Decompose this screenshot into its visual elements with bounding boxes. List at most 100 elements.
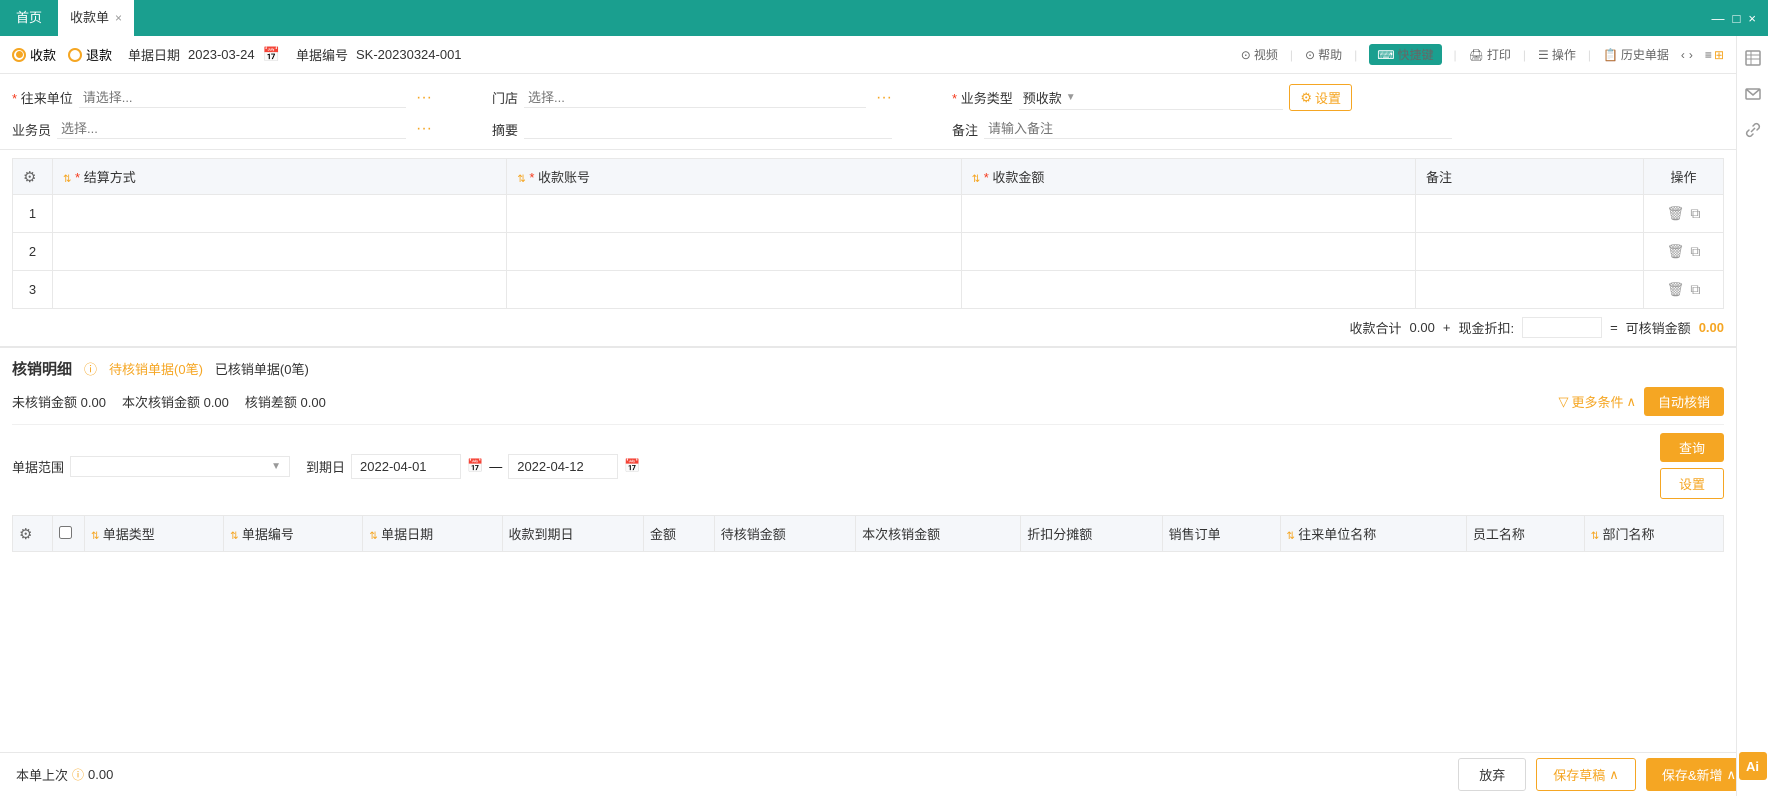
filter-setup-btn[interactable]: 设置 — [1660, 468, 1724, 499]
table-header: ⚙ ⇅ * 结算方式 ⇅ * 收款账号 ⇅ * 收款 — [13, 159, 1724, 195]
panel-table-icon[interactable] — [1739, 44, 1767, 72]
history-btn[interactable]: 📋 历史单据 — [1603, 46, 1669, 63]
close-window-icon[interactable]: × — [1748, 11, 1756, 26]
start-calendar-icon[interactable]: 📅 — [467, 458, 483, 474]
row2-settlement[interactable] — [53, 233, 507, 271]
th2-gear[interactable]: ⚙ — [13, 516, 53, 552]
select-all-checkbox[interactable] — [59, 526, 72, 539]
due-date-label: 到期日 — [306, 457, 345, 476]
radio-receive-dot — [12, 48, 26, 62]
operation-btn[interactable]: ☰ 操作 — [1538, 46, 1576, 63]
row3-amount[interactable] — [961, 271, 1415, 309]
panel-ai-icon[interactable]: Ai — [1739, 752, 1767, 780]
date-value: 2023-03-24 — [188, 47, 255, 62]
summary-input[interactable] — [524, 119, 892, 139]
th2-type: ⇅ 单据类型 — [85, 516, 224, 552]
counterparty-field: * 往来单位 ··· — [12, 88, 432, 108]
range-select[interactable]: ▼ — [70, 456, 290, 477]
table-gear-icon[interactable]: ⚙ — [23, 169, 36, 186]
row1-account[interactable] — [507, 195, 961, 233]
form-area: * 往来单位 ··· 门店 ··· * 业务类型 预收款 ▼ — [0, 74, 1736, 150]
save-draft-button[interactable]: 保存草稿 ∧ — [1536, 758, 1636, 791]
end-calendar-icon[interactable]: 📅 — [624, 458, 640, 474]
calendar-icon[interactable]: 📅 — [263, 46, 280, 63]
th2-counterparty: ⇅ 往来单位名称 — [1280, 516, 1466, 552]
filter-icon: ▽ — [1558, 394, 1568, 410]
biz-type-select[interactable]: 预收款 ▼ — [1019, 86, 1284, 110]
maximize-icon[interactable]: □ — [1733, 11, 1741, 26]
radio-receive[interactable]: 收款 — [12, 45, 56, 64]
panel-email-icon[interactable] — [1739, 80, 1767, 108]
th-remarks: 备注 — [1416, 159, 1644, 195]
bottom-info-value: 0.00 — [88, 767, 113, 782]
shop-label: 门店 — [492, 88, 518, 107]
more-conditions-btn[interactable]: ▽ 更多条件 ∧ — [1558, 392, 1636, 411]
query-button[interactable]: 查询 — [1660, 433, 1724, 462]
layout-grid-icon[interactable]: ⊞ — [1714, 48, 1724, 62]
row2-delete-icon[interactable]: 🗑 — [1667, 243, 1685, 260]
remarks-input[interactable] — [984, 119, 1452, 139]
table2-gear-icon[interactable]: ⚙ — [19, 526, 32, 543]
meta-date: 单据日期 2023-03-24 📅 — [128, 45, 280, 64]
diff-value: 0.00 — [301, 395, 326, 410]
settings-button[interactable]: ⚙ 设置 — [1289, 84, 1352, 111]
row2-copy-icon[interactable]: ⧉ — [1690, 243, 1700, 260]
biz-type-label: * 业务类型 — [952, 88, 1013, 107]
abandon-button[interactable]: 放弃 — [1458, 758, 1526, 791]
staff-more-icon[interactable]: ··· — [416, 120, 432, 138]
th2-discount: 折扣分摊额 — [1021, 516, 1162, 552]
print-btn[interactable]: 🖨 打印 — [1469, 46, 1511, 63]
radio-refund-label: 退款 — [86, 45, 112, 64]
nav-left-icon[interactable]: ‹ — [1681, 48, 1685, 62]
row2-amount[interactable] — [961, 233, 1415, 271]
toolbar: 收款 退款 单据日期 2023-03-24 📅 单据编号 SK-20230324… — [0, 36, 1736, 74]
radio-refund[interactable]: 退款 — [68, 45, 112, 64]
row1-actions: 🗑 ⧉ — [1644, 195, 1724, 233]
shortcut-btn[interactable]: ⌨ 快捷键 — [1369, 44, 1441, 65]
help-btn[interactable]: ⊙ 帮助 — [1305, 46, 1342, 63]
panel-link-icon[interactable] — [1739, 116, 1767, 144]
due-date-start-input[interactable] — [351, 454, 461, 479]
due-date-end-input[interactable] — [508, 454, 618, 479]
shop-more-icon[interactable]: ··· — [876, 89, 892, 107]
th-settings[interactable]: ⚙ — [13, 159, 53, 195]
row3-settlement[interactable] — [53, 271, 507, 309]
row2-account[interactable] — [507, 233, 961, 271]
row3-account[interactable] — [507, 271, 961, 309]
row3-delete-icon[interactable]: 🗑 — [1667, 281, 1685, 298]
biz-type-arrow-icon: ▼ — [1066, 92, 1076, 103]
row1-delete-icon[interactable]: 🗑 — [1667, 205, 1685, 222]
row1-remarks[interactable] — [1416, 195, 1644, 233]
discount-input[interactable] — [1522, 317, 1602, 338]
row1-amount[interactable] — [961, 195, 1415, 233]
video-btn[interactable]: ⊙ 视频 — [1241, 46, 1278, 63]
unchecked-value: 0.00 — [81, 395, 106, 410]
remarks-label: 备注 — [952, 120, 978, 139]
window-controls: — □ × — [1712, 11, 1768, 26]
row2-remarks[interactable] — [1416, 233, 1644, 271]
tab-home[interactable]: 首页 — [0, 0, 58, 36]
staff-input[interactable] — [57, 119, 406, 139]
row3-remarks[interactable] — [1416, 271, 1644, 309]
bottom-info-icon[interactable]: ⓘ — [72, 766, 84, 783]
row1-settlement[interactable] — [53, 195, 507, 233]
counterparty-more-icon[interactable]: ··· — [416, 89, 432, 107]
tab-close-icon[interactable]: × — [115, 0, 122, 36]
minimize-icon[interactable]: — — [1712, 11, 1725, 26]
section-info-icon[interactable]: ⓘ — [84, 359, 97, 378]
row1-copy-icon[interactable]: ⧉ — [1690, 205, 1700, 222]
layout-list-icon[interactable]: ≡ — [1705, 48, 1712, 62]
th2-checkbox[interactable] — [53, 516, 85, 552]
tab-active[interactable]: 收款单 × — [58, 0, 134, 36]
shop-input[interactable] — [524, 88, 866, 108]
available-label: 可核销金额 — [1626, 318, 1691, 337]
required-star: * — [12, 91, 17, 106]
pending-tab[interactable]: 待核销单据(0笔) — [109, 359, 203, 378]
counterparty-input[interactable] — [79, 88, 406, 108]
divider1: | — [1290, 48, 1293, 62]
nav-right-icon[interactable]: › — [1689, 48, 1693, 62]
row-num-1: 1 — [13, 195, 53, 233]
done-tab[interactable]: 已核销单据(0笔) — [215, 359, 309, 378]
auto-verify-btn[interactable]: 自动核销 — [1644, 387, 1724, 416]
row3-copy-icon[interactable]: ⧉ — [1690, 281, 1700, 298]
